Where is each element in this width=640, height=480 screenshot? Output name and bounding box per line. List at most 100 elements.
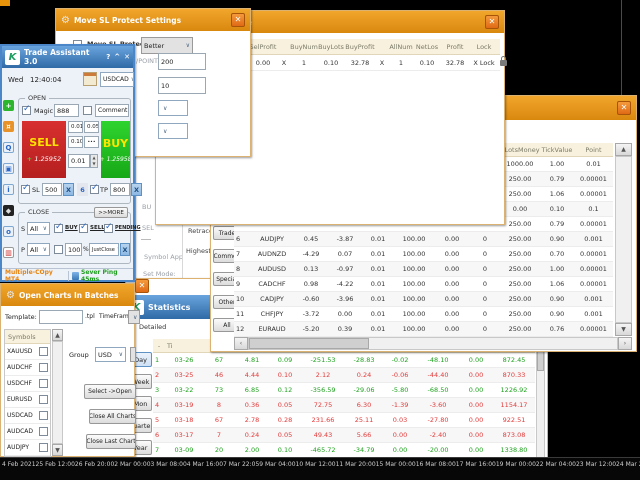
symbol-checkbox[interactable] [39,427,48,436]
scroll-left-icon[interactable]: ‹ [234,337,248,350]
symbols-list-item[interactable]: EURUSD [5,392,50,408]
lot-more-button[interactable]: ••• [84,136,99,148]
group-extra-dropdown[interactable] [130,347,136,362]
tool-icon[interactable]: ▥ [3,247,14,258]
symbols-list-item[interactable]: USDCAD [5,408,50,424]
tp-field[interactable]: 800 [110,183,130,196]
symbol-checkbox[interactable] [39,395,48,404]
symbols-list-item[interactable]: USDCHF [5,376,50,392]
tool-icon[interactable]: ◆ [3,205,14,216]
lot-stepper[interactable]: 0.01 [68,154,90,168]
tab-detailed[interactable]: Detailed [139,323,166,331]
symbol-checkbox[interactable] [39,379,48,388]
close-mode-dropdown[interactable]: JustClose [89,243,119,256]
close-icon[interactable]: ✕ [485,15,499,29]
v-scrollbar[interactable] [615,156,632,323]
symbols-row[interactable]: 6 AUDJPY 0.45 -3.87 0.01 100.00 0.00 0 2… [234,232,613,247]
statistics-row[interactable]: 2 03-25 46 4.44 0.10 2.12 0.24 -0.06 -44… [153,368,535,383]
statistics-scrollbar[interactable] [536,339,545,458]
symbols-row[interactable]: 9 CADCHF 0.98 -4.22 0.01 100.00 0.00 0 2… [234,277,613,292]
select-open-button[interactable]: Select ->Open [84,384,136,399]
statistics-row[interactable]: 1 03-26 67 4.81 0.09 -251.53 -28.83 -0.0… [153,353,535,368]
symbol-checkbox[interactable] [39,411,48,420]
statistics-row[interactable]: 3 03-22 73 6.85 0.12 -356.59 -29.06 -5.8… [153,383,535,398]
close-icon[interactable]: ✕ [124,53,130,61]
symbols-row[interactable]: 8 AUDUSD 0.13 -0.97 0.01 100.00 0.00 0 2… [234,262,613,277]
mode-dropdown[interactable]: Better [141,37,193,54]
close-icon[interactable]: ✕ [231,13,245,27]
symbol-dropdown[interactable]: USDCAD [100,72,134,87]
lot-stepper-arrows[interactable]: ▲ ▼ [90,154,98,168]
statistics-row[interactable]: 5 03-18 67 2.78 0.28 231.66 25.11 0.03 -… [153,413,535,428]
symbols-row[interactable]: 11 CHFJPY -3.72 0.00 0.01 100.00 0.00 0 … [234,307,613,322]
scroll-down-icon[interactable]: ▼ [615,323,632,336]
close-all-charts-button[interactable]: Close All Charts [89,409,136,424]
tool-icon[interactable]: i [3,184,14,195]
scroll-up-icon[interactable]: ▲ [615,143,632,156]
sell-button[interactable]: SELL + 1.25952 [22,121,66,178]
sl-checkbox[interactable] [21,183,30,194]
profit-filter-dropdown[interactable]: All [27,243,50,256]
calendar-icon[interactable] [83,72,97,86]
tp-checkbox[interactable] [90,183,99,194]
close-sell-checkbox[interactable] [79,222,88,233]
symbols-list-item[interactable]: XAUUSD [5,344,50,360]
sl-field[interactable]: 500 [42,183,62,196]
tp-clear-button[interactable]: X [131,183,142,196]
open-charts-title-bar[interactable]: ⚙ Open Charts In Batches [1,284,134,306]
symbols-row[interactable]: 7 AUDNZD -4.29 0.07 0.01 100.00 0.00 0 2… [234,247,613,262]
timeframe-dropdown[interactable] [128,310,140,324]
template-field[interactable] [39,310,83,324]
lock-icon[interactable] [500,55,507,66]
lot-preset-1[interactable]: 0.01 [68,121,83,133]
option-dropdown-1[interactable] [158,100,188,116]
chart-timeline[interactable]: 4 Feb 2021 25 Feb 12:00 26 Feb 20:00 2 Mar … [0,457,640,480]
option-dropdown-2[interactable] [158,123,188,139]
symbols-row[interactable]: 10 CADJPY -0.60 -3.96 0.01 100.00 0.00 0… [234,292,613,307]
collapse-icon[interactable]: ^ [114,53,120,61]
magic-checkbox[interactable] [22,104,31,115]
move-sl-title-bar[interactable]: ⚙ Move SL Protect Settings ✕ [56,9,250,31]
close-icon[interactable]: ✕ [617,101,631,115]
group-dropdown[interactable]: USD [95,347,126,362]
symbols-list-item[interactable]: AUDCAD [5,424,50,440]
statistics-close-icon[interactable]: ✕ [135,279,149,293]
tool-icon[interactable]: o [3,226,14,237]
help-icon[interactable]: ? [106,53,110,61]
lot-preset-2[interactable]: 0.05 [84,121,99,133]
statistics-row[interactable]: 7 03-09 20 2.00 0.10 -465.72 -34.79 0.00… [153,443,535,458]
tool-icon[interactable]: ¤ [3,121,14,132]
statistics-row[interactable]: 6 03-17 7 0.24 0.05 49.43 5.66 0.00 -2.4… [153,428,535,443]
scroll-right-icon[interactable]: › [618,337,632,350]
tool-icon[interactable]: ▣ [3,163,14,174]
close-pending-checkbox[interactable] [104,222,113,233]
close-buy-checkbox[interactable] [54,222,63,233]
statistics-row[interactable]: 4 03-19 8 0.36 0.05 72.75 6.30 -1.39 -3.… [153,398,535,413]
sl-clear-button[interactable]: X [63,183,74,196]
symbol-checkbox[interactable] [39,443,48,452]
symbol-checkbox[interactable] [39,347,48,356]
buy-button[interactable]: BUY + 1.25958 [101,121,130,178]
symbols-list-item[interactable]: AUDJPY [5,440,50,456]
comment-checkbox[interactable] [83,106,92,115]
symbols-list-item[interactable]: AUDCHF [5,360,50,376]
step-field[interactable]: 10 [158,77,206,94]
comment-field[interactable]: Comment [95,104,129,117]
hidden-item-highest[interactable]: Highest [186,247,211,255]
h-scrollbar[interactable]: ‹ › [234,337,632,350]
tool-icon[interactable]: Q [3,142,14,153]
lot-preset-3[interactable]: 0.10 [68,136,83,148]
close-last-chart-button[interactable]: Close Last Chart [86,434,136,449]
trade-assistant-title-bar[interactable]: K Trade Assistant 3.0 ? ^ ✕ [2,46,133,68]
magic-field[interactable]: 888 [54,104,79,117]
percent-field[interactable]: 100 [65,243,82,256]
side-filter-dropdown[interactable]: All [27,222,50,235]
symbols-list-scrollbar[interactable]: ▲ ▼ [52,329,63,456]
distance-field[interactable]: 200 [158,53,206,70]
tool-icon[interactable]: + [3,100,14,111]
symbols-row[interactable]: 12 EURAUD -5.20 0.39 0.01 100.00 0.00 0 … [234,322,613,337]
close-execute-button[interactable]: X [120,243,130,256]
percent-checkbox[interactable] [54,245,63,254]
symbol-checkbox[interactable] [39,363,48,372]
more-button[interactable]: >>MORE [94,207,128,218]
